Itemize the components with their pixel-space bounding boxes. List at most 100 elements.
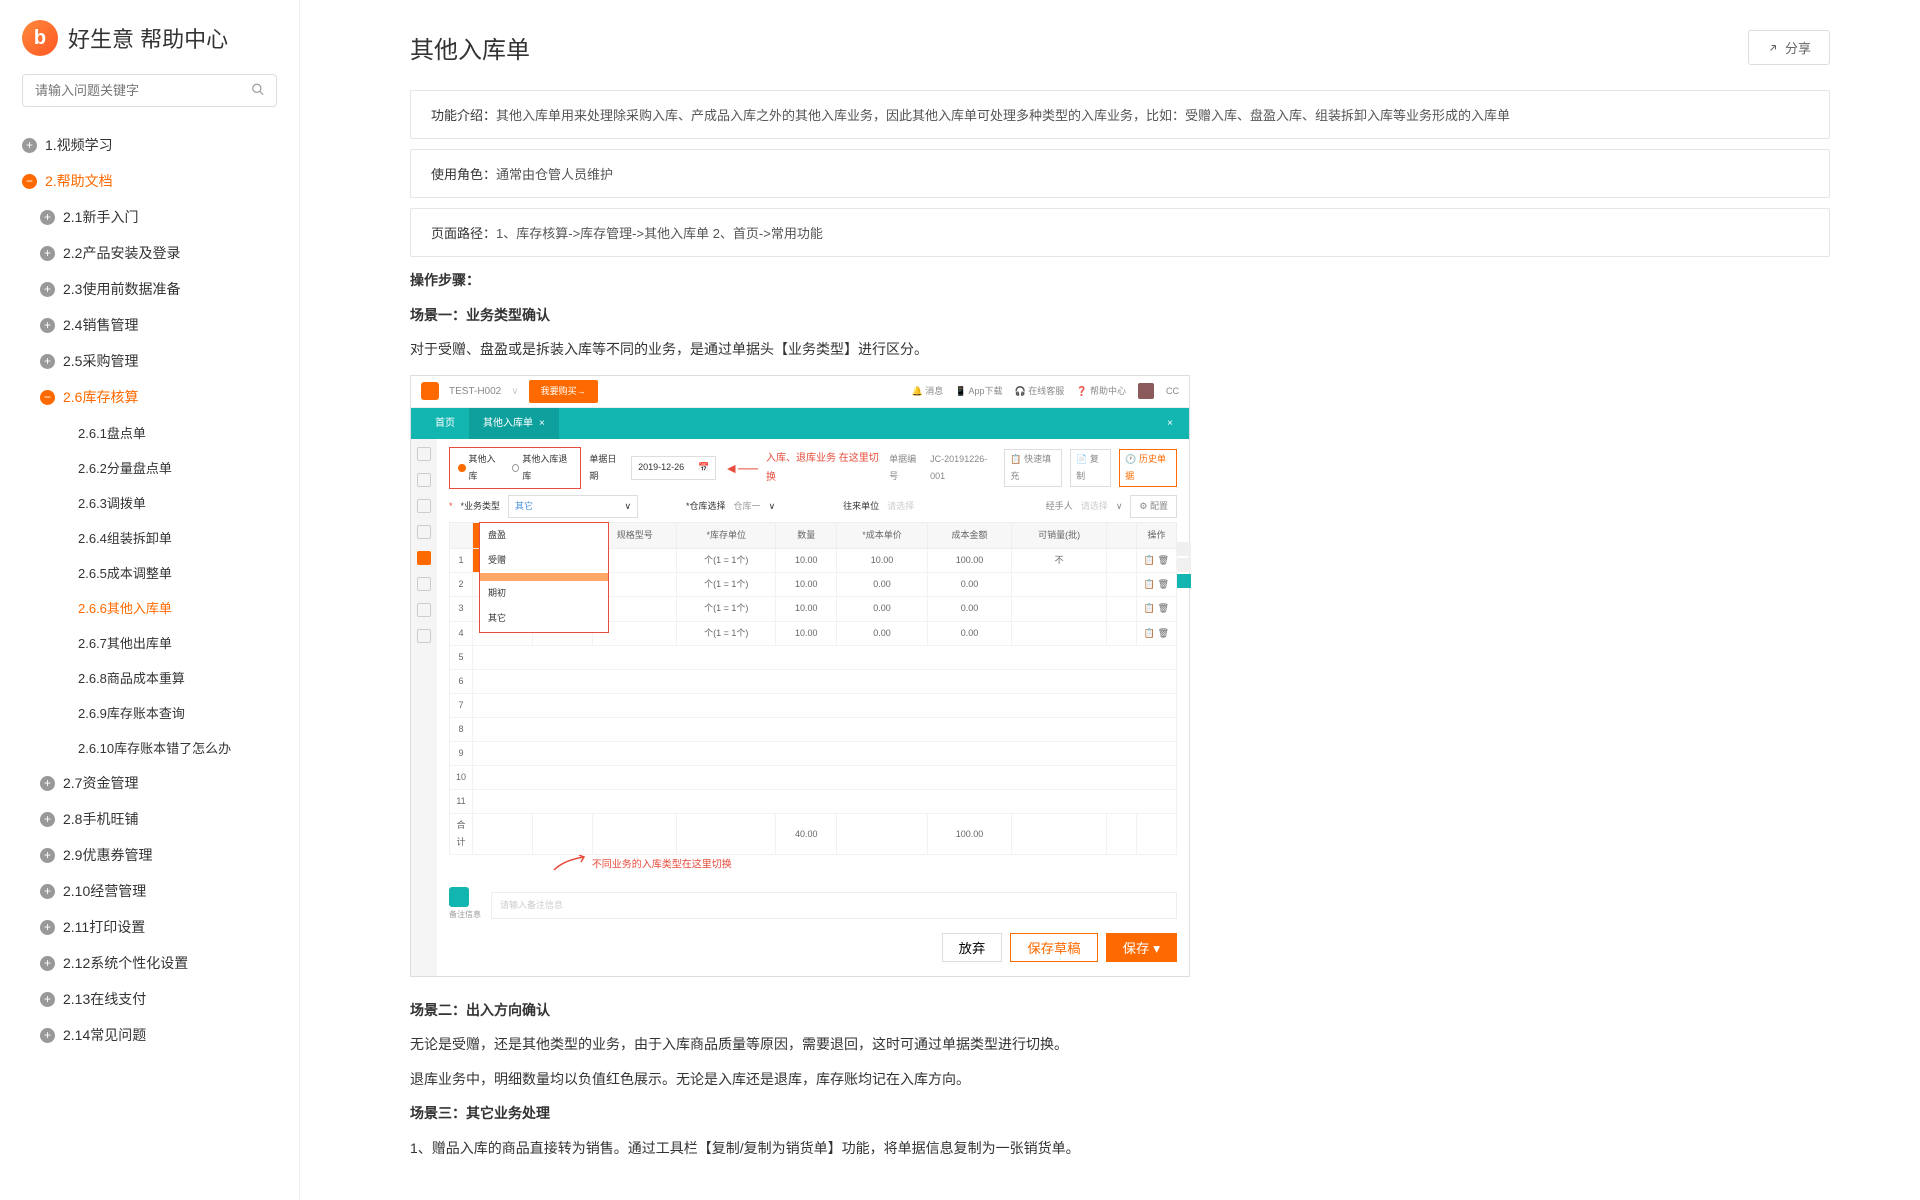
ss-remark-area: 备注信息 请输入备注信息: [449, 887, 1177, 922]
nav-item[interactable]: 2.5采购管理: [0, 343, 299, 379]
nav-item[interactable]: 2.1新手入门: [0, 199, 299, 235]
scene2-p1: 无论是受赠，还是其他类型的业务，由于入库商品质量等原因，需要退回，这时可通过单据…: [410, 1031, 1830, 1058]
ss-service-link[interactable]: 🎧 在线客服: [1015, 383, 1065, 400]
table-row[interactable]: 9: [450, 742, 1177, 766]
nav-sub-item[interactable]: 2.6.3调拨单: [0, 485, 299, 520]
logo-icon: b: [22, 20, 58, 56]
nav-item[interactable]: 2.13在线支付: [0, 981, 299, 1017]
table-row[interactable]: 5: [450, 645, 1177, 669]
ss-draft-button[interactable]: 保存草稿: [1010, 933, 1097, 962]
dropdown-item[interactable]: 其它: [480, 606, 608, 631]
ss-warehouse-label: *业务类型: [461, 498, 501, 515]
ss-tab-home[interactable]: 首页: [421, 408, 469, 439]
scene1-text: 对于受赠、盘盈或是拆装入库等不同的业务，是通过单据头【业务类型】进行区分。: [410, 336, 1830, 363]
ss-buy-button[interactable]: 我要购买→: [529, 380, 598, 403]
arrow-icon: [549, 855, 589, 875]
ss-nav-icon[interactable]: [417, 499, 431, 513]
nav-item[interactable]: 2.3使用前数据准备: [0, 271, 299, 307]
nav-item[interactable]: 2.11打印设置: [0, 909, 299, 945]
scene1-title: 场景一：业务类型确认: [410, 307, 550, 323]
nav-inventory[interactable]: 2.6库存核算: [0, 379, 299, 415]
plus-icon: [40, 848, 55, 863]
nav-sub-item[interactable]: 2.6.4组装拆卸单: [0, 520, 299, 555]
search-input[interactable]: [22, 74, 277, 107]
nav-item[interactable]: 2.4销售管理: [0, 307, 299, 343]
nav-item[interactable]: 2.9优惠券管理: [0, 837, 299, 873]
ss-config-button[interactable]: ⚙ 配置: [1130, 495, 1177, 518]
nav-video[interactable]: 1.视频学习: [0, 127, 299, 163]
ss-copy-button[interactable]: 📄 复制: [1070, 449, 1111, 487]
scene3-title: 场景三：其它业务处理: [410, 1105, 550, 1121]
ss-biztype-select[interactable]: 其它∨: [508, 495, 638, 518]
ss-help-link[interactable]: ❓ 帮助中心: [1076, 383, 1126, 400]
ss-history-button[interactable]: 🕐 历史单据: [1119, 449, 1177, 487]
ss-nav-icon[interactable]: [417, 473, 431, 487]
embedded-screenshot: TEST-H002 ∨ 我要购买→ 🔔 消息 📱 App下载 🎧 在线客服 ❓ …: [410, 375, 1190, 977]
plus-icon: [40, 812, 55, 827]
nav-sub-item-current[interactable]: 2.6.6其他入库单: [0, 590, 299, 625]
nav-item[interactable]: 2.8手机旺铺: [0, 801, 299, 837]
ss-tab-close-all[interactable]: ×: [1161, 414, 1179, 433]
radio-off-icon: [512, 464, 520, 472]
table-total-row: 合计40.00100.00: [450, 814, 1177, 855]
ss-app-link[interactable]: 📱 App下载: [955, 383, 1002, 400]
nav-sub-item[interactable]: 2.6.10库存账本错了怎么办: [0, 730, 299, 765]
ss-msg-link[interactable]: 🔔 消息: [912, 383, 944, 400]
ss-tool-icon[interactable]: [1177, 542, 1191, 556]
table-row[interactable]: 11: [450, 790, 1177, 814]
nav-item[interactable]: 2.10经营管理: [0, 873, 299, 909]
ss-topbar: TEST-H002 ∨ 我要购买→ 🔔 消息 📱 App下载 🎧 在线客服 ❓ …: [411, 376, 1189, 408]
ss-quickfill-button[interactable]: 📋 快速填充: [1004, 449, 1062, 487]
table-row[interactable]: 7: [450, 693, 1177, 717]
ss-nav-icon[interactable]: [417, 577, 431, 591]
ss-nav-icon[interactable]: [417, 629, 431, 643]
ss-discard-button[interactable]: 放弃: [942, 933, 1003, 962]
plus-icon: [40, 920, 55, 935]
nav-sub-item[interactable]: 2.6.7其他出库单: [0, 625, 299, 660]
nav-sub-item[interactable]: 2.6.8商品成本重算: [0, 660, 299, 695]
plus-icon: [40, 956, 55, 971]
nav-item[interactable]: 2.14常见问题: [0, 1017, 299, 1053]
ss-nav-icon[interactable]: [417, 603, 431, 617]
ss-nav-icon-active[interactable]: [417, 551, 431, 565]
table-row[interactable]: 6: [450, 669, 1177, 693]
table-row[interactable]: 8: [450, 717, 1177, 741]
ss-date-input[interactable]: 2019-12-26📅: [631, 456, 716, 479]
dropdown-item[interactable]: 盘盈: [480, 523, 608, 548]
ss-tabs: 首页 其他入库单× ×: [411, 408, 1189, 439]
search-icon[interactable]: [251, 82, 265, 99]
ss-tool-icon[interactable]: [1177, 558, 1191, 572]
dropdown-item[interactable]: [480, 573, 608, 581]
nav-item[interactable]: 2.12系统个性化设置: [0, 945, 299, 981]
ss-tab-active[interactable]: 其他入库单×: [469, 408, 559, 439]
plus-icon: [40, 884, 55, 899]
dropdown-item[interactable]: 受赠: [480, 548, 608, 573]
close-icon[interactable]: ×: [539, 418, 545, 429]
nav-sub-item[interactable]: 2.6.9库存账本查询: [0, 695, 299, 730]
ss-save-button[interactable]: 保存▾: [1106, 933, 1177, 962]
share-button[interactable]: 分享: [1748, 30, 1830, 65]
ss-doc-type-toggle[interactable]: 其他入库 其他入库退库: [449, 447, 581, 489]
sidebar: b 好生意 帮助中心 1.视频学习 2.帮助文档 2.1新手入门 2.2产品安装…: [0, 0, 300, 1200]
nav-sub-item[interactable]: 2.6.5成本调整单: [0, 555, 299, 590]
nav-tree: 1.视频学习 2.帮助文档 2.1新手入门 2.2产品安装及登录 2.3使用前数…: [0, 122, 299, 1058]
plus-icon: [40, 776, 55, 791]
nav-item[interactable]: 2.2产品安装及登录: [0, 235, 299, 271]
intro-box: 功能介绍：其他入库单用来处理除采购入库、产成品入库之外的其他入库业务，因此其他入…: [410, 90, 1830, 139]
content-body: 操作步骤： 场景一：业务类型确认 对于受赠、盘盈或是拆装入库等不同的业务，是通过…: [410, 267, 1830, 1162]
nav-sub-item[interactable]: 2.6.1盘点单: [0, 415, 299, 450]
ss-biztype-dropdown[interactable]: 盘盈 受赠 期初 其它: [479, 522, 609, 632]
table-row[interactable]: 10: [450, 766, 1177, 790]
plus-icon: [40, 354, 55, 369]
ss-nav-icon[interactable]: [417, 525, 431, 539]
ss-username: CC: [1166, 383, 1179, 400]
nav-item[interactable]: 2.7资金管理: [0, 765, 299, 801]
ss-remark-input[interactable]: 请输入备注信息: [491, 892, 1177, 919]
ss-avatar-icon[interactable]: [1138, 383, 1154, 399]
nav-help-docs[interactable]: 2.帮助文档: [0, 163, 299, 199]
nav-sub-item[interactable]: 2.6.2分量盘点单: [0, 450, 299, 485]
ss-tool-icon[interactable]: [1177, 574, 1191, 588]
chevron-down-icon: ∨: [624, 498, 631, 515]
dropdown-item[interactable]: 期初: [480, 581, 608, 606]
ss-nav-icon[interactable]: [417, 447, 431, 461]
